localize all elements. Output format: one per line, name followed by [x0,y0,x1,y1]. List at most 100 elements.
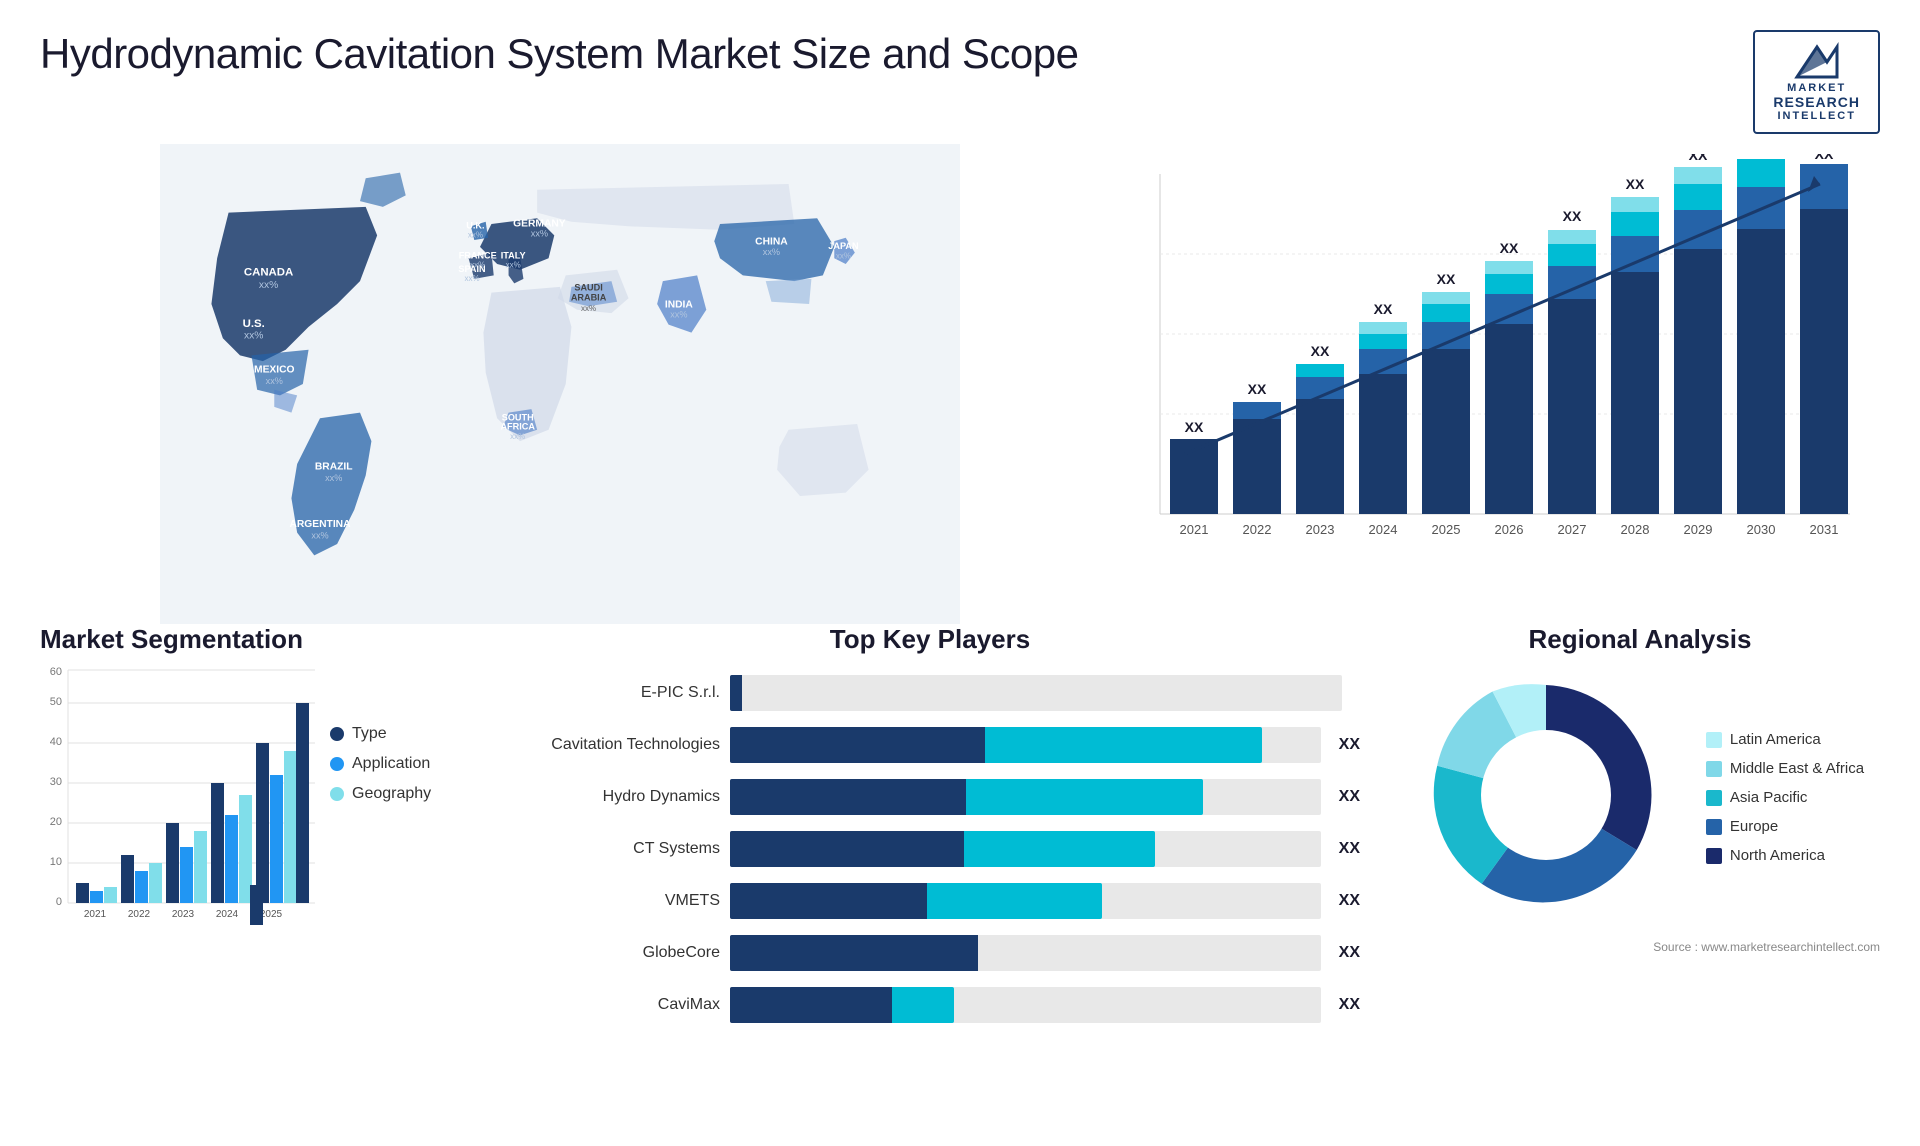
player-val-vmets: XX [1339,892,1360,910]
legend-geo-color [330,787,344,801]
donut-chart [1416,665,1676,930]
donut-legend-wrap: Latin America Middle East & Africa Asia … [1400,665,1880,930]
svg-text:xx%: xx% [464,274,479,283]
player-bar-globecore [730,935,1321,971]
player-row-epic: E-PIC S.r.l. [500,675,1360,711]
logo-icon [1792,42,1842,82]
player-name-epic: E-PIC S.r.l. [500,684,720,702]
svg-text:SAUDI: SAUDI [574,282,602,292]
player-name-cavimax: CaviMax [500,996,720,1014]
svg-text:XX: XX [1248,381,1267,397]
svg-text:XX: XX [1437,271,1456,287]
legend-na-label: North America [1730,847,1825,864]
svg-text:2027: 2027 [1558,522,1587,537]
legend-ap-color [1706,790,1722,806]
player-name-vmets: VMETS [500,892,720,910]
svg-text:XX: XX [1815,154,1834,162]
svg-text:2024: 2024 [1369,522,1398,537]
player-row-cavtech: Cavitation Technologies XX [500,727,1360,763]
player-row-hydro: Hydro Dynamics XX [500,779,1360,815]
players-list: E-PIC S.r.l. Cavitation Technologies [480,675,1380,1023]
player-val-cavimax: XX [1339,996,1360,1014]
svg-text:XX: XX [1752,154,1771,155]
player-name-hydro: Hydro Dynamics [500,788,720,806]
legend-europe: Europe [1706,818,1864,835]
svg-text:60: 60 [50,666,62,678]
top-section: CANADA xx% U.S. xx% MEXICO xx% BRAZIL xx… [0,144,1920,624]
regional-panel: Regional Analysis [1400,624,1880,1039]
svg-text:xx%: xx% [325,473,342,483]
legend-latin-america-color [1706,732,1722,748]
svg-text:xx%: xx% [581,304,596,313]
svg-text:XX: XX [1563,208,1582,224]
svg-text:U.K.: U.K. [466,221,484,231]
svg-text:2025: 2025 [1432,522,1461,537]
svg-text:XX: XX [1626,176,1645,192]
svg-text:xx%: xx% [763,247,780,257]
svg-text:2022: 2022 [128,909,151,920]
svg-text:xx%: xx% [244,330,263,341]
logo-line3: INTELLECT [1777,110,1856,122]
svg-text:xx%: xx% [506,260,521,269]
player-name-cavtech: Cavitation Technologies [500,736,720,754]
legend-geography: Geography [330,785,431,803]
svg-text:2030: 2030 [1747,522,1776,537]
donut-svg [1416,665,1676,925]
svg-text:xx%: xx% [531,229,548,239]
svg-text:2023: 2023 [1306,522,1335,537]
key-players-title: Top Key Players [480,624,1380,655]
legend-asia-pacific: Asia Pacific [1706,789,1864,806]
legend-europe-label: Europe [1730,818,1778,835]
bar-chart-svg: XX 2021 XX 2022 XX 2023 XX 2024 [1120,154,1860,574]
svg-text:SPAIN: SPAIN [458,264,485,274]
legend-mea: Middle East & Africa [1706,760,1864,777]
page-title: Hydrodynamic Cavitation System Market Si… [40,30,1078,78]
player-row-cavimax: CaviMax XX [500,987,1360,1023]
legend-north-america: North America [1706,847,1864,864]
svg-text:xx%: xx% [259,280,278,291]
player-row-globecore: GlobeCore XX [500,935,1360,971]
svg-text:2024: 2024 [216,909,239,920]
svg-text:BRAZIL: BRAZIL [315,462,353,473]
svg-text:CANADA: CANADA [244,266,293,278]
donut-hole [1481,730,1611,860]
player-row-vmets: VMETS XX [500,883,1360,919]
world-map: CANADA xx% U.S. xx% MEXICO xx% BRAZIL xx… [40,144,1080,624]
player-row-ct: CT Systems XX [500,831,1360,867]
svg-text:xx%: xx% [266,376,283,386]
svg-text:20: 20 [50,816,62,828]
svg-text:2021: 2021 [1180,522,1209,537]
legend-latin-america-label: Latin America [1730,731,1821,748]
logo-line2: RESEARCH [1773,94,1860,110]
bottom-section: Market Segmentation 0 10 20 30 40 50 60 [0,624,1920,1059]
segmentation-title: Market Segmentation [40,624,460,655]
regional-title: Regional Analysis [1400,624,1880,655]
legend-application: Application [330,755,431,773]
legend-type-color [330,727,344,741]
player-name-globecore: GlobeCore [500,944,720,962]
svg-text:2031: 2031 [1810,522,1839,537]
legend-app-color [330,757,344,771]
player-val-ct: XX [1339,840,1360,858]
player-bar-cavimax [730,987,1321,1023]
player-bar-ct [730,831,1321,867]
source-text: Source : www.marketresearchintellect.com [1400,940,1880,954]
legend-app-label: Application [352,755,430,773]
legend-mea-label: Middle East & Africa [1730,760,1864,777]
svg-text:ITALY: ITALY [501,250,526,260]
player-bar-cavtech [730,727,1321,763]
svg-text:2022: 2022 [1243,522,1272,537]
key-players-panel: Top Key Players E-PIC S.r.l. Cavitation … [480,624,1380,1039]
svg-text:xx%: xx% [670,310,687,320]
svg-text:FRANCE: FRANCE [459,250,497,260]
svg-text:XX: XX [1185,419,1204,435]
regional-legend: Latin America Middle East & Africa Asia … [1706,731,1864,864]
logo: MARKET RESEARCH INTELLECT [1753,30,1880,134]
svg-text:10: 10 [50,856,62,868]
svg-text:MEXICO: MEXICO [254,365,295,376]
legend-type: Type [330,725,431,743]
svg-text:0: 0 [56,896,62,908]
svg-text:ARGENTINA: ARGENTINA [289,519,351,530]
player-name-ct: CT Systems [500,840,720,858]
svg-text:JAPAN: JAPAN [828,241,858,251]
